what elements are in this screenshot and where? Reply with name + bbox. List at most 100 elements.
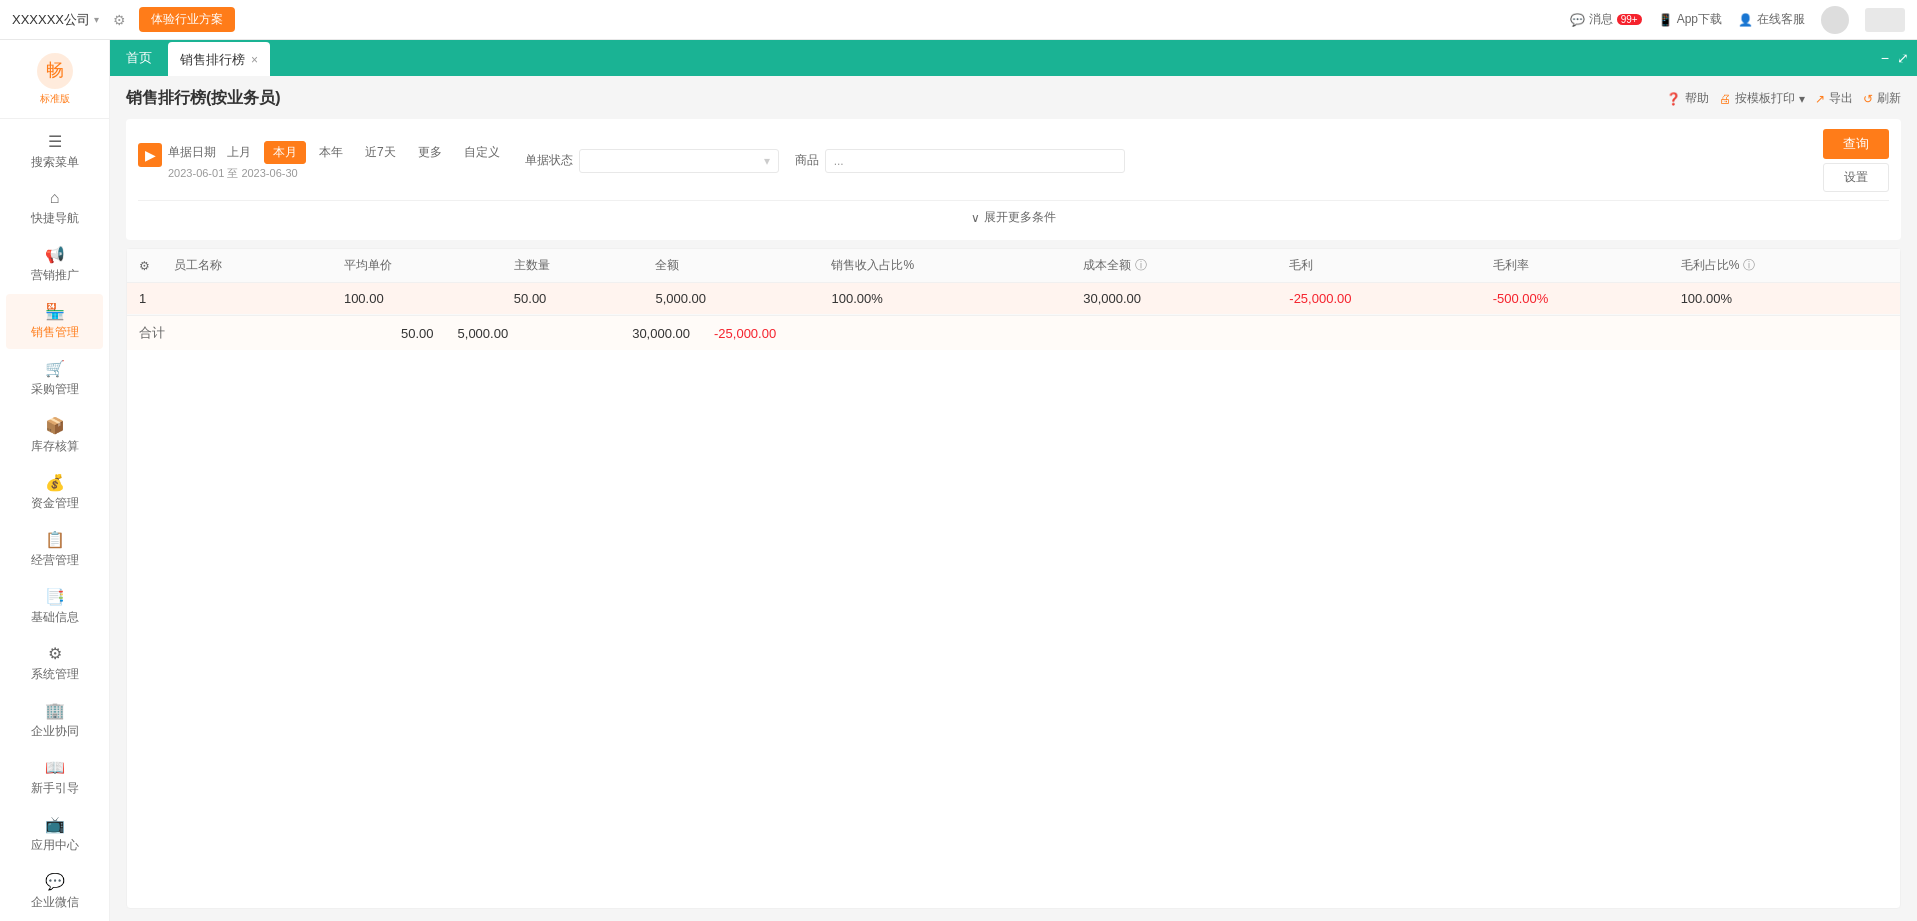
help-label: 帮助 <box>1685 90 1709 107</box>
expand-filter-button[interactable]: ∨ 展开更多条件 <box>138 205 1889 230</box>
print-button[interactable]: 🖨 按模板打印 ▾ <box>1719 90 1805 107</box>
help-button[interactable]: ❓ 帮助 <box>1666 90 1709 107</box>
avatar[interactable] <box>1821 6 1849 34</box>
export-icon: ↗ <box>1815 92 1825 106</box>
expand-filter-label: 展开更多条件 <box>984 209 1056 226</box>
message-label: 消息 <box>1589 11 1613 28</box>
filter-bar: ▶ 单据日期 上月 本月 本年 近7天 更多 <box>126 119 1901 240</box>
sidebar-item-quick-nav[interactable]: ⌂ 快捷导航 <box>6 181 103 235</box>
date-filter: 单据日期 上月 本月 本年 近7天 更多 自定义 <box>168 141 509 164</box>
tab-home[interactable]: 首页 <box>110 40 168 76</box>
service-icon: 👤 <box>1738 13 1753 27</box>
table-footer: 合计 50.00 5,000.00 30,000.00 -25,000.00 <box>127 315 1900 350</box>
sidebar-item-operations[interactable]: 📋 经营管理 <box>6 522 103 577</box>
sidebar-item-label: 新手引导 <box>31 780 79 797</box>
tab-sales-ranking[interactable]: 销售排行榜 × <box>168 42 270 78</box>
sidebar-item-search-orders[interactable]: ☰ 搜索菜单 <box>6 124 103 179</box>
cell-quantity: 50.00 <box>502 283 644 315</box>
logo-icon: 畅 <box>36 52 74 90</box>
inventory-icon: 📦 <box>45 416 65 435</box>
cell-amount: 5,000.00 <box>643 283 819 315</box>
date-btn-last-month[interactable]: 上月 <box>218 141 260 164</box>
tab-expand-button[interactable]: ⤢ <box>1897 50 1909 66</box>
wechat-icon: 💬 <box>45 872 65 891</box>
date-controls: 单据日期 上月 本月 本年 近7天 更多 自定义 2023 <box>168 141 509 181</box>
table-header-row: ⚙ 员工名称 平均单价 主数量 全额 销售收入占比% 成本全额 ⓘ 毛利 毛利率… <box>127 249 1900 283</box>
goods-input[interactable]: ... <box>825 149 1125 173</box>
main-content: 首页 销售排行榜 × − ⤢ 销售排行榜(按业务员) ❓ 帮助 <box>110 40 1917 921</box>
date-btn-custom[interactable]: 自定义 <box>455 141 509 164</box>
cell-gross-pct: 100.00% <box>1669 283 1900 315</box>
status-filter-group: 单据状态 ▾ <box>525 149 779 173</box>
sidebar-item-app-center[interactable]: 📺 应用中心 <box>6 807 103 862</box>
date-btn-this-month[interactable]: 本月 <box>264 141 306 164</box>
cell-sales-pct: 100.00% <box>819 283 1071 315</box>
company-selector[interactable]: XXXXXX公司 ▾ <box>12 11 99 29</box>
trial-button[interactable]: 体验行业方案 <box>139 7 235 32</box>
sidebar-item-label: 营销推广 <box>31 267 79 284</box>
gross-pct-info-icon[interactable]: ⓘ <box>1743 258 1755 272</box>
data-table: ⚙ 员工名称 平均单价 主数量 全额 销售收入占比% 成本全额 ⓘ 毛利 毛利率… <box>127 249 1900 315</box>
finance-icon: 💰 <box>45 473 65 492</box>
quick-nav-icon: ⌂ <box>50 189 60 207</box>
top-header: XXXXXX公司 ▾ ⚙ 体验行业方案 💬 消息 99+ 📱 App下载 👤 在… <box>0 0 1917 40</box>
date-expand-button[interactable]: ▶ <box>138 143 162 167</box>
query-button[interactable]: 查询 <box>1823 129 1889 159</box>
app-icon: 📱 <box>1658 13 1673 27</box>
date-btn-this-year[interactable]: 本年 <box>310 141 352 164</box>
sidebar-logo: 畅 标准版 <box>0 44 109 119</box>
sidebar-item-label: 搜索菜单 <box>31 154 79 171</box>
sidebar-item-enterprise[interactable]: 🏢 企业协同 <box>6 693 103 748</box>
action-buttons: 查询 设置 <box>1823 129 1889 192</box>
refresh-icon: ↺ <box>1863 92 1873 106</box>
svg-text:畅: 畅 <box>46 60 64 80</box>
cost-info-icon[interactable]: ⓘ <box>1135 258 1147 272</box>
col-quantity: 主数量 <box>502 249 644 283</box>
tab-bar: 首页 销售排行榜 × − ⤢ <box>110 40 1917 76</box>
export-button[interactable]: ↗ 导出 <box>1815 90 1853 107</box>
system-icon: ⚙ <box>48 644 62 663</box>
col-sales-pct: 销售收入占比% <box>819 249 1071 283</box>
sidebar-item-sales[interactable]: 🏪 销售管理 <box>6 294 103 349</box>
online-service-button[interactable]: 👤 在线客服 <box>1738 11 1805 28</box>
print-chevron-icon: ▾ <box>1799 92 1805 106</box>
sales-icon: 🏪 <box>45 302 65 321</box>
sidebar-item-inventory[interactable]: 📦 库存核算 <box>6 408 103 463</box>
tab-bar-right: − ⤢ <box>1881 50 1917 66</box>
app-download-button[interactable]: 📱 App下载 <box>1658 11 1722 28</box>
date-btn-7days[interactable]: 近7天 <box>356 141 405 164</box>
date-btn-more[interactable]: 更多 <box>409 141 451 164</box>
date-buttons: 上月 本月 本年 近7天 更多 自定义 <box>218 141 509 164</box>
sidebar-item-purchase[interactable]: 🛒 采购管理 <box>6 351 103 406</box>
sidebar-item-label: 企业协同 <box>31 723 79 740</box>
page-title: 销售排行榜(按业务员) <box>126 88 281 109</box>
sidebar-item-basic-info[interactable]: 📑 基础信息 <box>6 579 103 634</box>
tab-minimize-button[interactable]: − <box>1881 50 1889 66</box>
col-amount: 全额 <box>643 249 819 283</box>
col-gross-rate: 毛利率 <box>1481 249 1669 283</box>
sidebar-item-finance[interactable]: 💰 资金管理 <box>6 465 103 520</box>
guide-icon: 📖 <box>45 758 65 777</box>
status-select[interactable]: ▾ <box>579 149 779 173</box>
marketing-icon: 📢 <box>45 245 65 264</box>
main-layout: 畅 标准版 ☰ 搜索菜单 ⌂ 快捷导航 📢 营销推广 🏪 销售管理 🛒 采购管理… <box>0 40 1917 921</box>
sidebar-item-label: 应用中心 <box>31 837 79 854</box>
sidebar-item-system[interactable]: ⚙ 系统管理 <box>6 636 103 691</box>
tab-close-icon[interactable]: × <box>251 42 258 78</box>
operations-icon: 📋 <box>45 530 65 549</box>
settings-gear-button[interactable]: ⚙ <box>107 8 131 32</box>
date-filter-group: ▶ 单据日期 上月 本月 本年 近7天 更多 <box>138 141 509 181</box>
col-settings-icon[interactable]: ⚙ <box>139 259 150 273</box>
filter-settings-button[interactable]: 设置 <box>1823 163 1889 192</box>
sidebar-item-marketing[interactable]: 📢 营销推广 <box>6 237 103 292</box>
message-button[interactable]: 💬 消息 99+ <box>1570 11 1642 28</box>
logo-text: 标准版 <box>40 92 70 106</box>
cell-cost: 30,000.00 <box>1071 283 1277 315</box>
sidebar-item-wechat[interactable]: 💬 企业微信 <box>6 864 103 919</box>
company-name: XXXXXX公司 <box>12 11 90 29</box>
app-label: App下载 <box>1677 11 1722 28</box>
goods-filter-group: 商品 ... <box>795 149 1125 173</box>
refresh-button[interactable]: ↺ 刷新 <box>1863 90 1901 107</box>
sidebar-item-guide[interactable]: 📖 新手引导 <box>6 750 103 805</box>
sidebar-item-label: 快捷导航 <box>31 210 79 227</box>
